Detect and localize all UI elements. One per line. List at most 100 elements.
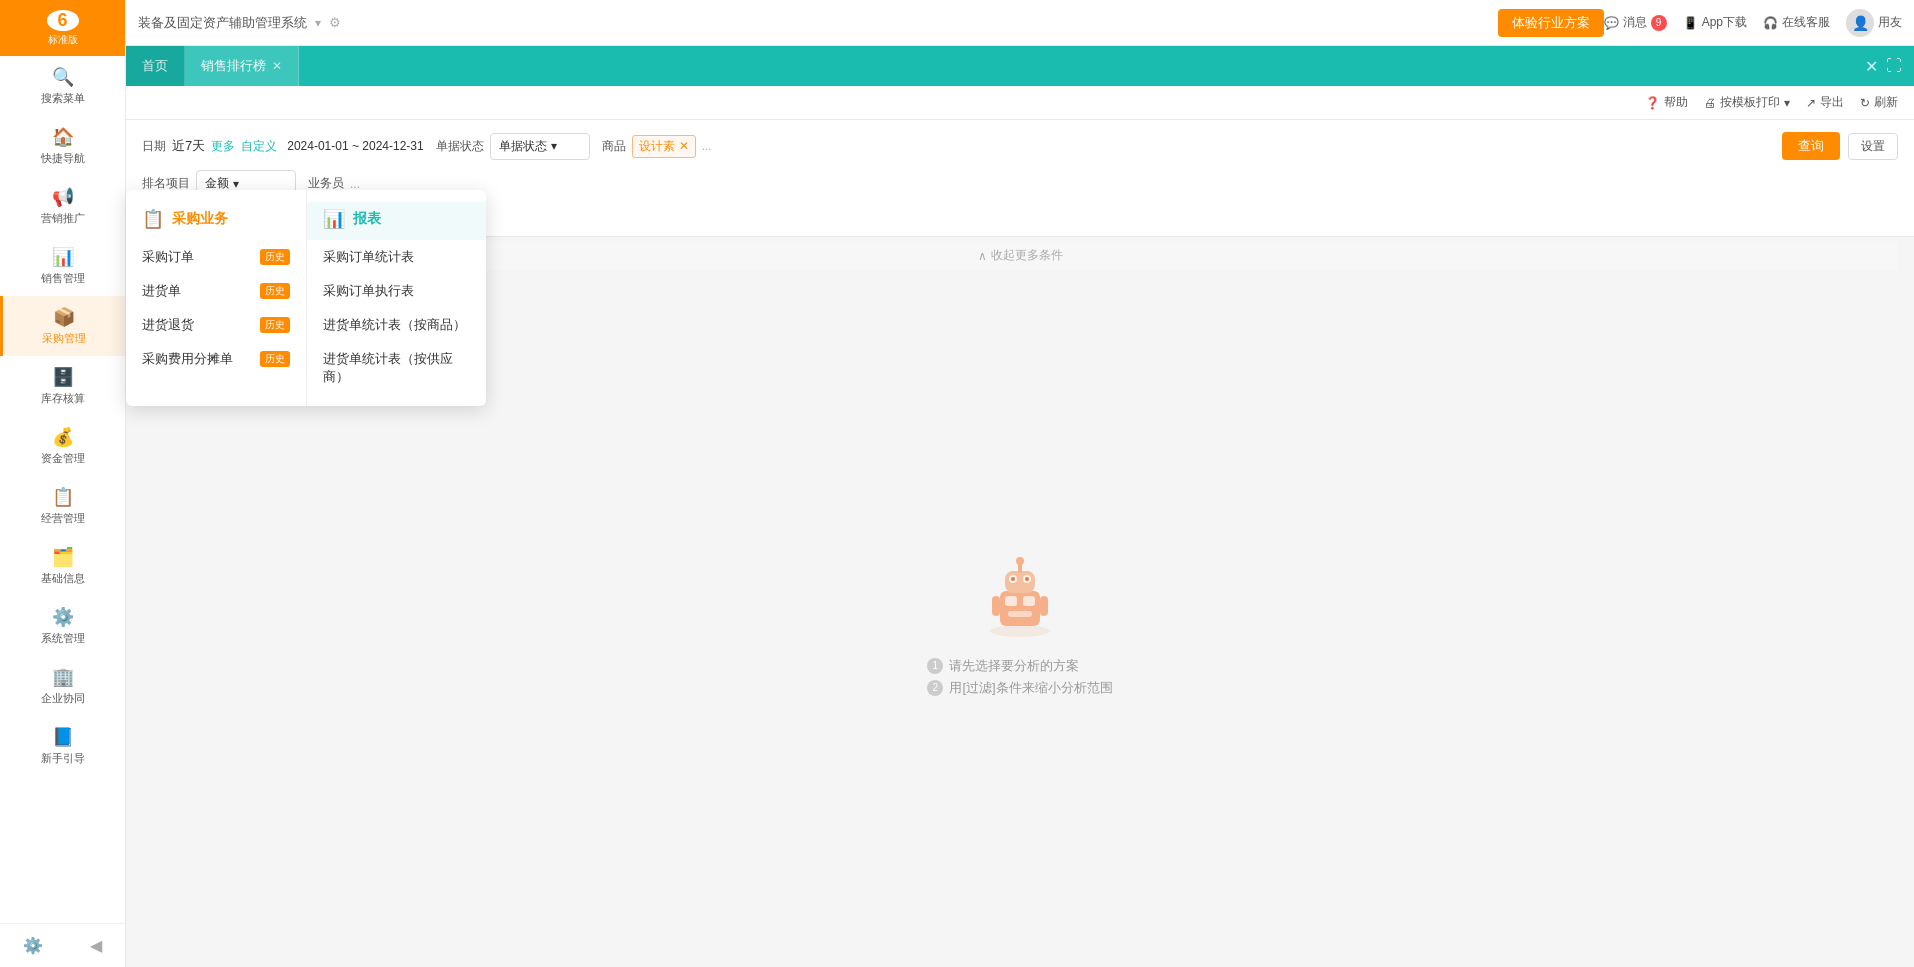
industry-btn[interactable]: 体验行业方案: [1498, 9, 1604, 37]
svg-rect-1: [1000, 591, 1040, 626]
action-toolbar: ❓ 帮助 🖨 按模板打印 ▾ ↗ 导出 ↻ 刷新: [126, 86, 1914, 120]
history-badge: 历史: [260, 317, 290, 333]
avatar: 👤: [1846, 9, 1874, 37]
date-more[interactable]: 更多: [211, 138, 235, 155]
guide-icon: 📘: [52, 726, 74, 748]
purchase-dropdown-menu: 📋 采购业务 采购订单历史进货单历史进货退货历史采购费用分摊单历史 📊 报表 采…: [126, 190, 486, 406]
svg-rect-6: [1040, 596, 1048, 616]
topbar-dropdown-icon[interactable]: ▾: [315, 16, 321, 30]
svg-point-13: [1016, 557, 1024, 565]
logo-icon: 6: [47, 10, 79, 31]
search-label: 搜索菜单: [41, 91, 85, 106]
main-area: 装备及固定资产辅助管理系统 ▾ ⚙ 体验行业方案 💬 消息 9 📱 App下载 …: [126, 0, 1914, 967]
sidebar-settings-icon[interactable]: ⚙️: [23, 936, 43, 955]
help-icon: ❓: [1645, 96, 1660, 110]
template-print-btn[interactable]: 🖨 按模板打印 ▾: [1704, 94, 1790, 111]
basic-label: 基础信息: [41, 571, 85, 586]
export-btn[interactable]: ↗ 导出: [1806, 94, 1844, 111]
sidebar-item-system[interactable]: ⚙️ 系统管理: [0, 596, 125, 656]
basic-icon: 🗂️: [52, 546, 74, 568]
status-select[interactable]: 单据状态 ▾: [490, 133, 590, 160]
message-action[interactable]: 💬 消息 9: [1604, 14, 1667, 31]
history-badge: 历史: [260, 249, 290, 265]
dropdown-right-item[interactable]: 进货单统计表（按供应商）: [307, 342, 487, 394]
finance-label: 资金管理: [41, 451, 85, 466]
tabs-bar: 首页销售排行榜✕ ✕ ⛶: [126, 46, 1914, 86]
sidebar-nav: 🔍 搜索菜单 🏠快捷导航📢营销推广📊销售管理📦采购管理🗄️库存核算💰资金管理📋经营管…: [0, 56, 125, 923]
tab-sales_rank[interactable]: 销售排行榜✕: [185, 46, 299, 86]
report-icon: 📊: [323, 208, 345, 230]
status-label: 单据状态: [436, 138, 484, 155]
svg-point-0: [990, 625, 1050, 637]
tip2-text: 用[过滤]条件来缩小分析范围: [949, 679, 1112, 697]
query-btn[interactable]: 查询: [1782, 132, 1840, 160]
svg-rect-3: [1023, 596, 1035, 606]
dropdown-left-item[interactable]: 进货单历史: [126, 274, 306, 308]
tab-close-sales_rank[interactable]: ✕: [272, 59, 282, 73]
user-action[interactable]: 👤 用友: [1846, 9, 1902, 37]
sidebar-item-quick[interactable]: 🏠快捷导航: [0, 116, 125, 176]
corp-icon: 🏢: [52, 666, 74, 688]
dropdown-right-item[interactable]: 采购订单统计表: [307, 240, 487, 274]
tip1-num: 1: [927, 658, 943, 674]
sidebar-item-operation[interactable]: 📋经营管理: [0, 476, 125, 536]
sidebar-item-basic[interactable]: 🗂️ 基础信息: [0, 536, 125, 596]
sidebar-item-sales[interactable]: 📊销售管理: [0, 236, 125, 296]
topbar-settings-icon[interactable]: ⚙: [329, 15, 341, 30]
refresh-btn[interactable]: ↻ 刷新: [1860, 94, 1898, 111]
sidebar-item-marketing[interactable]: 📢营销推广: [0, 176, 125, 236]
sidebar-item-inventory[interactable]: 🗄️库存核算: [0, 356, 125, 416]
tab-close-btn[interactable]: ✕: [1865, 57, 1878, 76]
inventory-label: 库存核算: [41, 391, 85, 406]
svg-rect-4: [1008, 611, 1032, 617]
dropdown-right-item[interactable]: 进货单统计表（按商品）: [307, 308, 487, 342]
dropdown-left-title: 采购业务: [172, 210, 228, 228]
tab-home[interactable]: 首页: [126, 46, 185, 86]
sidebar-footer: ⚙️ ◀: [0, 923, 125, 967]
sidebar-item-purchase[interactable]: 📦采购管理: [0, 296, 125, 356]
dropdown-right-item[interactable]: 采购订单执行表: [307, 274, 487, 308]
history-badge: 历史: [260, 351, 290, 367]
goods-tag-remove[interactable]: ✕: [679, 139, 689, 153]
salesman-more-btn[interactable]: ...: [350, 177, 360, 191]
search-icon: 🔍: [52, 66, 74, 88]
quick-icon: 🏠: [52, 126, 74, 148]
goods-more-btn[interactable]: ...: [702, 139, 712, 153]
app-download-label: App下载: [1702, 14, 1747, 31]
system-label: 系统管理: [41, 631, 85, 646]
app-title: 装备及固定资产辅助管理系统: [138, 14, 307, 32]
sidebar-item-search[interactable]: 🔍 搜索菜单: [0, 56, 125, 116]
setting-btn[interactable]: 设置: [1848, 133, 1898, 160]
system-icon: ⚙️: [52, 606, 74, 628]
sales-label: 销售管理: [41, 271, 85, 286]
sidebar-item-guide[interactable]: 📘新手引导: [0, 716, 125, 776]
app-download-action[interactable]: 📱 App下载: [1683, 14, 1747, 31]
dropdown-col-left: 📋 采购业务 采购订单历史进货单历史进货退货历史采购费用分摊单历史: [126, 190, 307, 406]
sidebar-item-corp[interactable]: 🏢 企业协同: [0, 656, 125, 716]
message-badge: 9: [1651, 15, 1667, 31]
sidebar-logo: 6 标准版: [0, 0, 125, 56]
tab-fullscreen-btn[interactable]: ⛶: [1886, 57, 1902, 75]
tip1-text: 请先选择要分析的方案: [949, 657, 1079, 675]
tabs-right: ✕ ⛶: [1853, 46, 1914, 86]
dropdown-left-item[interactable]: 采购费用分摊单历史: [126, 342, 306, 376]
collapse-icon: ∧: [978, 249, 987, 263]
purchase-business-icon: 📋: [142, 208, 164, 230]
topbar-title: 装备及固定资产辅助管理系统 ▾ ⚙: [138, 14, 1498, 32]
goods-tag: 设计素 ✕: [632, 135, 696, 158]
print-dropdown-icon: ▾: [1784, 96, 1790, 110]
corp-label: 企业协同: [41, 691, 85, 706]
dropdown-right-header: 📊 报表: [307, 202, 487, 240]
svg-point-10: [1011, 577, 1015, 581]
dropdown-left-item[interactable]: 进货退货历史: [126, 308, 306, 342]
online-service-action[interactable]: 🎧 在线客服: [1763, 14, 1830, 31]
operation-label: 经营管理: [41, 511, 85, 526]
sidebar-item-finance[interactable]: 💰资金管理: [0, 416, 125, 476]
sidebar-collapse-icon[interactable]: ◀: [90, 936, 102, 955]
date-quick[interactable]: 近7天: [172, 137, 205, 155]
help-btn[interactable]: ❓ 帮助: [1645, 94, 1688, 111]
dropdown-left-item[interactable]: 采购订单历史: [126, 240, 306, 274]
date-custom[interactable]: 自定义: [241, 138, 277, 155]
phone-icon: 📱: [1683, 16, 1698, 30]
empty-illustration: [970, 541, 1070, 641]
